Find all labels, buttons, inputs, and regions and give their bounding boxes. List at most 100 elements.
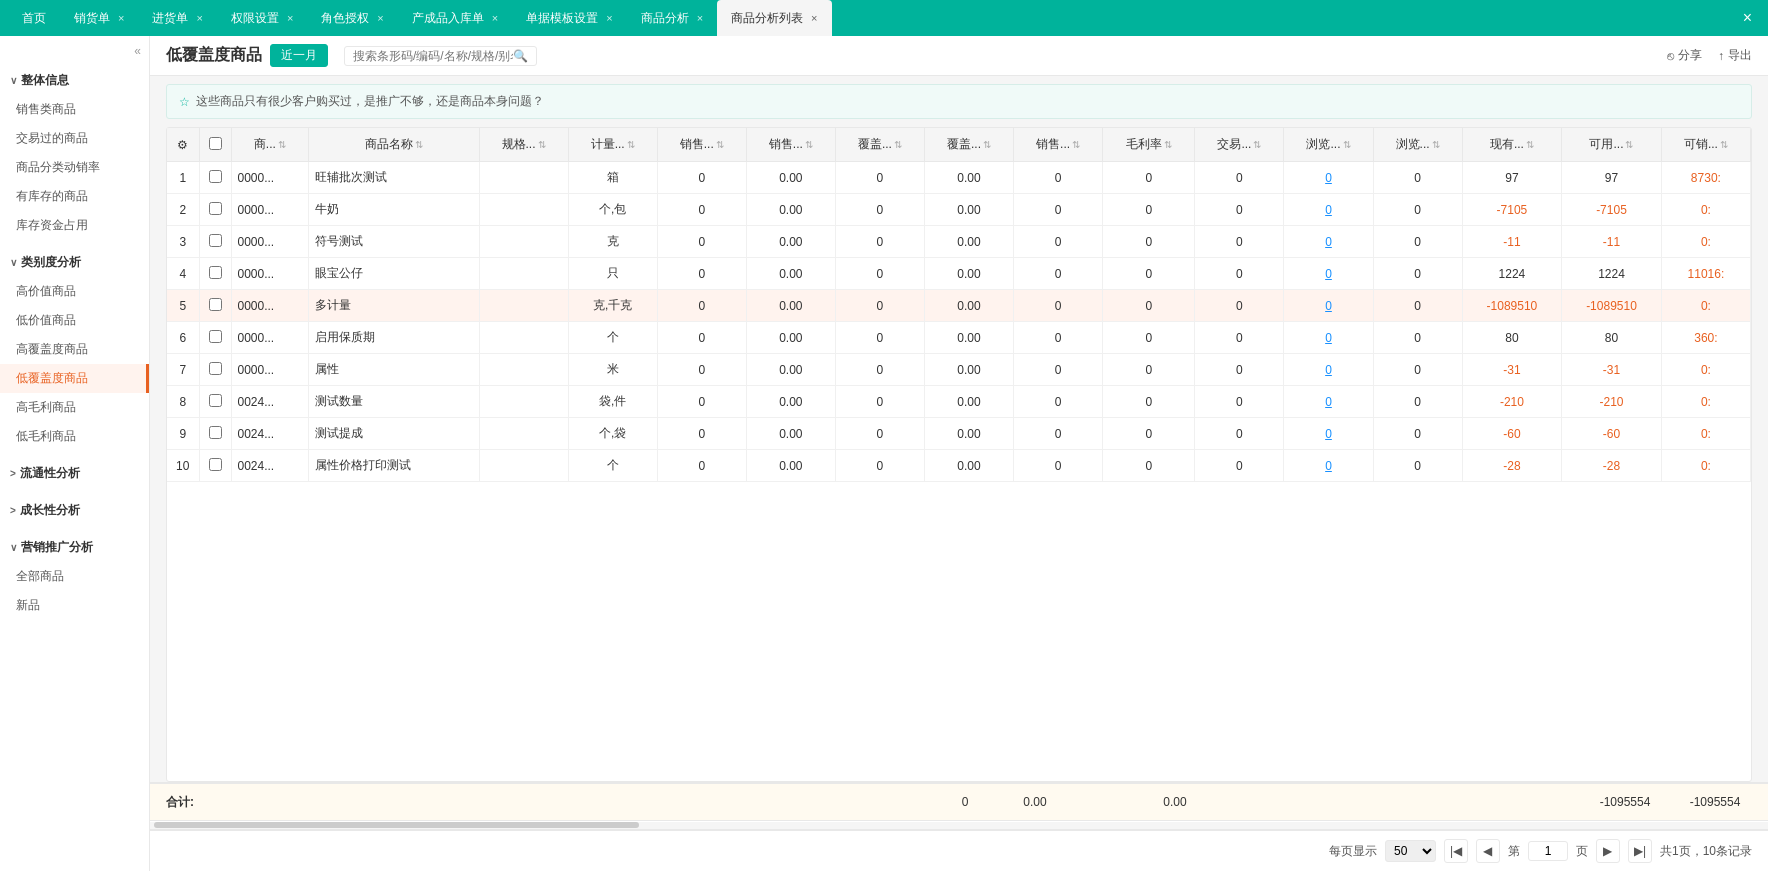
share-btn[interactable]: ⎋ 分享 [1667,47,1702,64]
sidebar-section-overall-title[interactable]: ∨ 整体信息 [0,66,149,95]
row-checkbox[interactable] [199,322,231,354]
sidebar-section-growth-title[interactable]: > 成长性分析 [0,496,149,525]
nav-role-auth[interactable]: 角色授权 × [307,0,397,36]
sidebar-item-high-profit[interactable]: 高毛利商品 [0,393,149,422]
export-btn[interactable]: ↑ 导出 [1718,47,1752,64]
sidebar-section-category-title[interactable]: ∨ 类别度分析 [0,248,149,277]
nav-purchase-order-close[interactable]: × [196,12,202,24]
row-browse1[interactable]: 0 [1284,450,1373,482]
row-checkbox[interactable] [199,194,231,226]
sidebar-collapse-btn[interactable]: « [0,36,149,62]
row-checkbox[interactable] [199,354,231,386]
row-cover1: 0 [835,258,924,290]
row-cover2: 0.00 [924,450,1013,482]
row-settings: 3 [167,226,199,258]
row-browse1[interactable]: 0 [1284,386,1373,418]
sidebar-item-traded-goods[interactable]: 交易过的商品 [0,124,149,153]
row-browse1[interactable]: 0 [1284,354,1373,386]
search-input[interactable] [353,49,513,63]
page-size-select[interactable]: 20 50 100 [1385,840,1436,862]
period-btn[interactable]: 近一月 [270,44,328,67]
nav-product-analysis-list[interactable]: 商品分析列表 × [717,0,831,36]
row-code: 0000... [231,162,309,194]
col-checkbox[interactable] [199,128,231,162]
row-sales1: 0 [657,194,746,226]
sidebar-section-liquidity-title[interactable]: > 流通性分析 [0,459,149,488]
row-browse1[interactable]: 0 [1284,258,1373,290]
sidebar-section-marketing-title[interactable]: ∨ 营销推广分析 [0,533,149,562]
row-browse1[interactable]: 0 [1284,162,1373,194]
nav-product-analysis[interactable]: 商品分析 × [627,0,717,36]
sidebar-item-stock-goods[interactable]: 有库存的商品 [0,182,149,211]
nav-bill-template-close[interactable]: × [606,12,612,24]
select-all-checkbox[interactable] [209,137,222,150]
row-browse1[interactable]: 0 [1284,194,1373,226]
nav-home[interactable]: 首页 [8,0,60,36]
row-trade: 0 [1195,162,1284,194]
sidebar-item-low-value[interactable]: 低价值商品 [0,306,149,335]
nav-product-analysis-list-close[interactable]: × [811,12,817,24]
table-container[interactable]: ⚙ 商...⇅ 商品名称⇅ 规格...⇅ 计量...⇅ 销售...⇅ 销售...… [166,127,1752,782]
sidebar-item-all-goods[interactable]: 全部商品 [0,562,149,591]
row-select-checkbox[interactable] [209,266,222,279]
first-page-btn[interactable]: |◀ [1444,839,1468,863]
row-browse1[interactable]: 0 [1284,418,1373,450]
col-settings[interactable]: ⚙ [167,128,199,162]
prev-page-btn[interactable]: ◀ [1476,839,1500,863]
nav-product-inbound[interactable]: 产成品入库单 × [398,0,512,36]
sidebar-item-sales-goods[interactable]: 销售类商品 [0,95,149,124]
row-browse1[interactable]: 0 [1284,226,1373,258]
next-page-btn[interactable]: ▶ [1596,839,1620,863]
sidebar-item-new-goods[interactable]: 新品 [0,591,149,620]
row-select-checkbox[interactable] [209,362,222,375]
sidebar-item-low-coverage[interactable]: 低覆盖度商品 [0,364,149,393]
row-checkbox[interactable] [199,162,231,194]
close-all-btn[interactable]: × [1735,9,1760,27]
current-page-input[interactable] [1528,841,1568,861]
nav-product-analysis-close[interactable]: × [697,12,703,24]
row-checkbox[interactable] [199,418,231,450]
row-select-checkbox[interactable] [209,170,222,183]
nav-role-auth-close[interactable]: × [377,12,383,24]
row-name: 牛奶 [309,194,479,226]
nav-permissions[interactable]: 权限设置 × [217,0,307,36]
row-select-checkbox[interactable] [209,330,222,343]
nav-purchase-order[interactable]: 进货单 × [138,0,216,36]
row-avail: 0: [1661,194,1750,226]
nav-permissions-close[interactable]: × [287,12,293,24]
sidebar-item-high-value[interactable]: 高价值商品 [0,277,149,306]
row-browse1[interactable]: 0 [1284,290,1373,322]
row-checkbox[interactable] [199,258,231,290]
nav-sales-order[interactable]: 销货单 × [60,0,138,36]
row-unit: 箱 [568,162,657,194]
search-icon[interactable]: 🔍 [513,49,528,63]
sidebar-section-liquidity: > 流通性分析 [0,455,149,492]
sidebar-item-low-profit[interactable]: 低毛利商品 [0,422,149,451]
sidebar-section-marketing: ∨ 营销推广分析 全部商品 新品 [0,529,149,624]
row-select-checkbox[interactable] [209,426,222,439]
nav-sales-order-close[interactable]: × [118,12,124,24]
row-sales1: 0 [657,418,746,450]
nav-bill-template[interactable]: 单据模板设置 × [512,0,626,36]
last-page-btn[interactable]: ▶| [1628,839,1652,863]
row-select-checkbox[interactable] [209,458,222,471]
row-checkbox[interactable] [199,226,231,258]
row-select-checkbox[interactable] [209,298,222,311]
row-select-checkbox[interactable] [209,394,222,407]
row-settings: 2 [167,194,199,226]
sidebar-item-high-coverage[interactable]: 高覆盖度商品 [0,335,149,364]
row-browse2: 0 [1373,162,1462,194]
row-sales1: 0 [657,290,746,322]
row-browse1[interactable]: 0 [1284,322,1373,354]
row-checkbox[interactable] [199,386,231,418]
row-checkbox[interactable] [199,290,231,322]
row-checkbox[interactable] [199,450,231,482]
sidebar-item-stock-capital[interactable]: 库存资金占用 [0,211,149,240]
row-select-checkbox[interactable] [209,234,222,247]
row-settings: 10 [167,450,199,482]
sidebar-item-category-sale-rate[interactable]: 商品分类动销率 [0,153,149,182]
sort-icon: ⇅ [278,139,286,150]
nav-product-inbound-close[interactable]: × [492,12,498,24]
row-cover1: 0 [835,386,924,418]
row-select-checkbox[interactable] [209,202,222,215]
